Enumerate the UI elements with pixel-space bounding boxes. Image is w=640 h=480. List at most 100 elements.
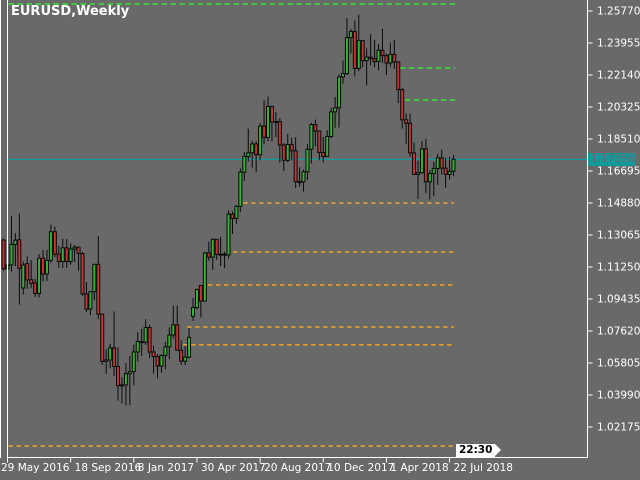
- candle: [64, 239, 69, 268]
- candle: [159, 354, 164, 373]
- candle: [348, 28, 353, 54]
- candle: [415, 160, 420, 200]
- candle: [262, 100, 267, 144]
- candle: [451, 155, 456, 177]
- price-axis[interactable]: [588, 0, 640, 458]
- candle: [313, 119, 318, 147]
- candle: [60, 238, 65, 269]
- candle: [380, 28, 385, 63]
- candle: [1, 238, 6, 271]
- candle: [17, 213, 22, 305]
- candle: [356, 14, 361, 72]
- candle: [396, 61, 401, 104]
- candle: [325, 130, 330, 157]
- candle: [76, 246, 81, 271]
- candle: [400, 88, 405, 129]
- candle: [234, 205, 239, 224]
- candle: [372, 39, 377, 68]
- candle: [96, 236, 101, 320]
- candle: [388, 42, 393, 67]
- candle: [392, 39, 397, 69]
- chart-border: [7, 0, 588, 458]
- candle: [127, 356, 132, 406]
- candle: [340, 60, 345, 84]
- candle: [344, 18, 349, 76]
- candle: [175, 305, 180, 351]
- candle: [147, 324, 152, 359]
- candle: [246, 128, 251, 162]
- candle: [139, 328, 144, 357]
- candle: [167, 327, 172, 360]
- candle: [238, 168, 243, 213]
- candle: [9, 215, 14, 272]
- candle: [321, 136, 326, 163]
- candle: [265, 96, 270, 142]
- candle: [423, 138, 428, 194]
- candle: [104, 349, 109, 375]
- candle: [309, 122, 314, 164]
- candle: [25, 256, 30, 289]
- candle: [179, 340, 184, 365]
- candle: [360, 39, 365, 68]
- candle: [155, 354, 160, 379]
- candle: [41, 250, 46, 282]
- chart-canvas[interactable]: 1.257701.239551.221401.203251.185101.166…: [0, 0, 640, 480]
- candle-countdown: 22:30: [456, 444, 502, 457]
- candle: [242, 152, 247, 181]
- candle: [329, 107, 334, 138]
- candle: [297, 167, 302, 187]
- candle: [171, 305, 176, 339]
- candle: [317, 130, 322, 161]
- candle: [214, 238, 219, 260]
- candle: [135, 332, 140, 362]
- candle: [250, 141, 255, 168]
- candle: [143, 319, 148, 345]
- candle: [100, 313, 105, 366]
- candle: [48, 224, 53, 263]
- candle: [404, 113, 409, 144]
- candle: [408, 113, 413, 157]
- symbol-timeframe-label: EURUSD,Weekly: [11, 4, 130, 19]
- candle: [337, 74, 342, 128]
- candle: [198, 284, 203, 318]
- candle: [218, 236, 223, 266]
- candle: [281, 143, 286, 171]
- candle: [269, 105, 274, 142]
- candle: [80, 251, 85, 296]
- candle: [230, 211, 235, 235]
- candle: [226, 210, 231, 259]
- candle: [443, 157, 448, 188]
- candle: [352, 20, 357, 77]
- candle: [21, 261, 26, 295]
- candle: [364, 48, 369, 86]
- candle: [44, 249, 49, 281]
- candle: [123, 363, 128, 406]
- candle: [131, 344, 136, 386]
- candle: [116, 347, 121, 401]
- candle: [72, 244, 77, 263]
- candle: [183, 345, 188, 366]
- candle: [289, 137, 294, 161]
- candle: [194, 288, 199, 310]
- time-axis[interactable]: [0, 458, 640, 480]
- candle: [384, 53, 389, 75]
- candle: [151, 345, 156, 374]
- candle: [37, 254, 42, 298]
- candle: [206, 241, 211, 261]
- candle: [202, 251, 207, 302]
- candle: [68, 243, 73, 265]
- candle: [13, 232, 18, 267]
- candle: [112, 311, 117, 377]
- candle: [191, 297, 196, 321]
- candle: [427, 170, 432, 200]
- candle: [435, 153, 440, 185]
- candle: [412, 142, 417, 176]
- candle: [376, 44, 381, 71]
- candle: [431, 161, 436, 197]
- candle: [29, 260, 34, 289]
- candle: [333, 97, 338, 128]
- candle: [119, 377, 124, 404]
- candle: [419, 140, 424, 174]
- candle: [187, 328, 192, 359]
- candle: [368, 34, 373, 66]
